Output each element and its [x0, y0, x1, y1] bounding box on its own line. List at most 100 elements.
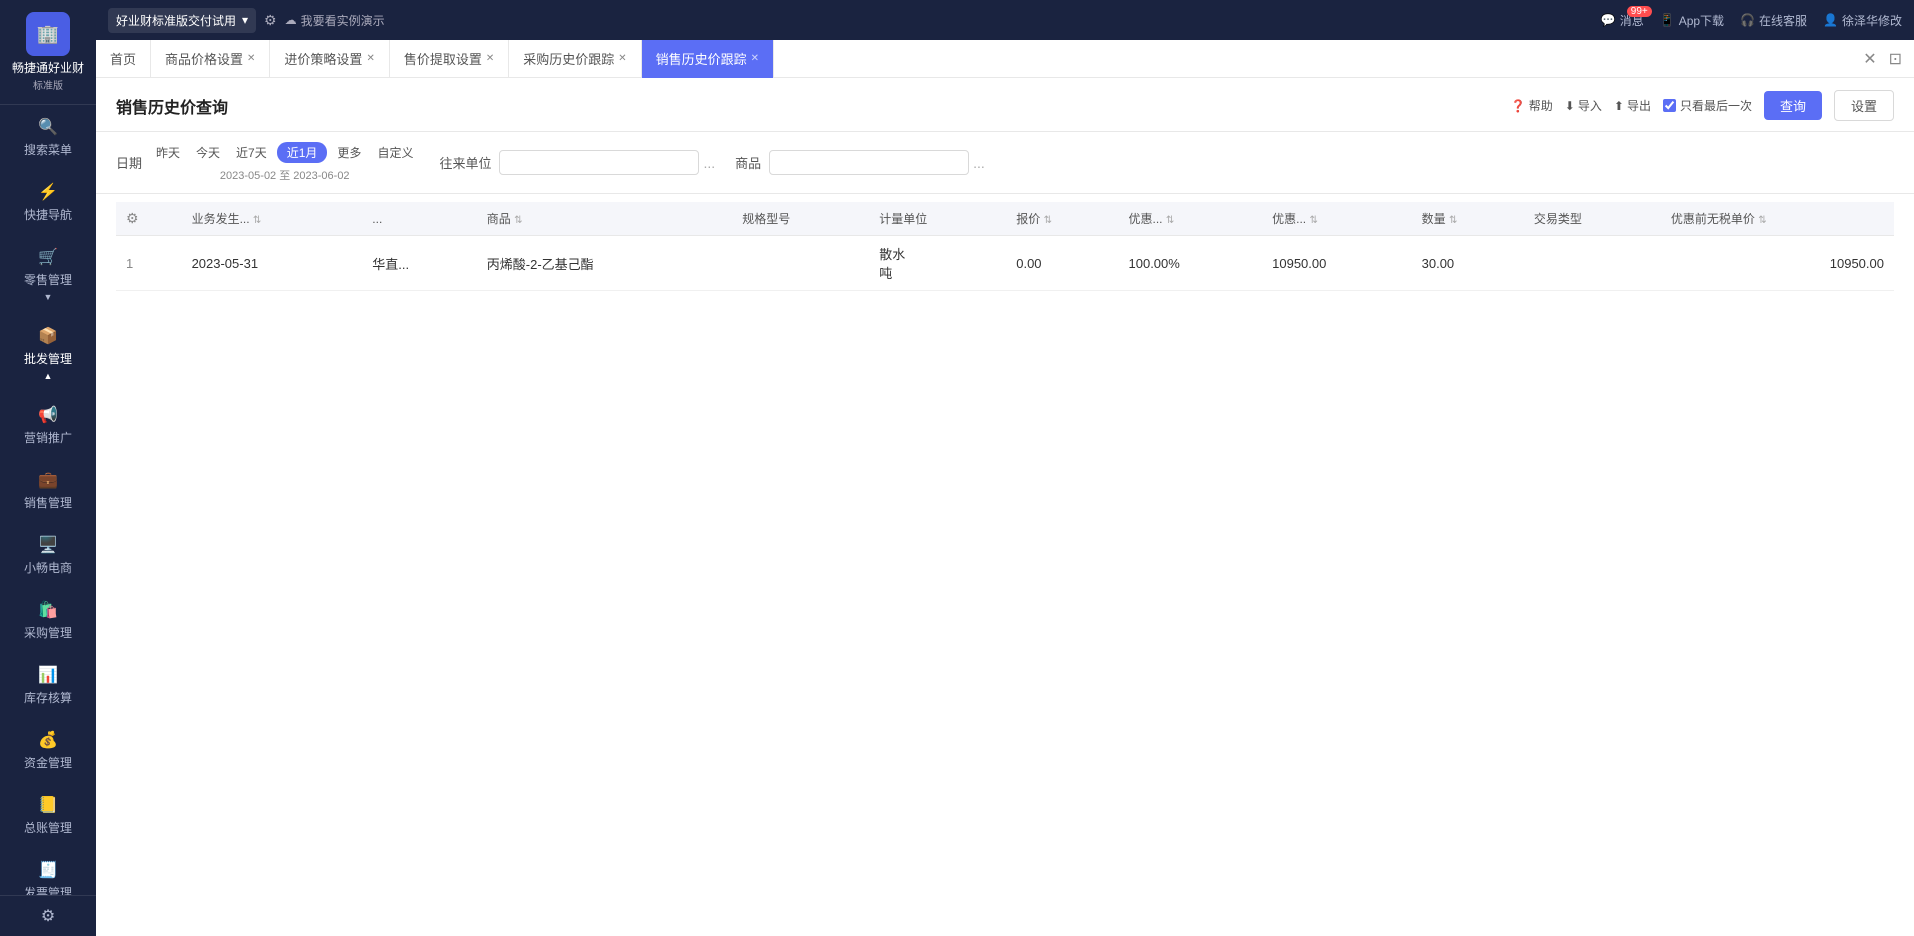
only-last-checkbox[interactable]	[1663, 99, 1676, 112]
close-icon[interactable]: ✕	[751, 53, 759, 64]
help-icon: ❓	[1511, 99, 1526, 113]
product-dots[interactable]: ...	[973, 155, 985, 171]
customer-service-button[interactable]: 🎧 在线客服	[1740, 12, 1807, 29]
sort-icon[interactable]: ⇅	[1044, 215, 1052, 226]
cell-date: 2023-05-31	[182, 236, 363, 291]
user-icon: 👤	[1823, 13, 1838, 27]
sort-icon[interactable]: ⇅	[1758, 215, 1766, 226]
demo-link[interactable]: ☁ 我要看实例演示	[285, 12, 385, 29]
sort-icon[interactable]: ⇅	[253, 215, 261, 226]
tab-price-extract[interactable]: 售价提取设置 ✕	[390, 40, 509, 78]
cell-discount1: 100.00%	[1119, 236, 1263, 291]
chevron-down-icon: ▾	[242, 13, 248, 27]
phone-icon: 📱	[1660, 13, 1675, 27]
tab-purchase-strategy[interactable]: 进价策略设置 ✕	[270, 40, 389, 78]
sidebar-item-purchase[interactable]: 🛍️ 采购管理	[0, 588, 96, 653]
col-pretax-price: 优惠前无税单价 ⇅	[1661, 202, 1894, 236]
col-extra-label: ...	[372, 212, 382, 226]
date-row: 昨天 今天 近7天 近1月 更多 自定义	[150, 142, 419, 163]
source-dots[interactable]: ...	[703, 155, 715, 171]
user-name: 徐泽华修改	[1842, 12, 1902, 29]
data-table: ⚙ 业务发生... ⇅ ... 商品 ⇅	[116, 202, 1894, 291]
topbar-settings-icon[interactable]: ⚙	[264, 12, 277, 29]
table-row[interactable]: 1 2023-05-31 华直... 丙烯酸-2-乙基己酯 散水 吨 0.00 …	[116, 236, 1894, 291]
sidebar-item-nav[interactable]: ⚡ 快捷导航	[0, 170, 96, 235]
logo-title: 畅捷通好业财	[12, 60, 84, 77]
product-label: 好业财标准版交付试用	[116, 12, 236, 29]
sidebar-item-search[interactable]: 🔍 搜索菜单	[0, 105, 96, 170]
date-btn-today[interactable]: 今天	[190, 142, 226, 163]
sidebar-item-retail[interactable]: 🛒 零售管理 ▼	[0, 235, 96, 314]
filter-product-item: 商品 ...	[735, 150, 985, 175]
export-button[interactable]: ⬆ 导出	[1614, 97, 1651, 114]
settings-icon[interactable]: ⚙	[41, 906, 55, 926]
maximize-button[interactable]: ⊡	[1885, 45, 1906, 73]
page-content: 销售历史价查询 ❓ 帮助 ⬇ 导入 ⬆ 导出 只看最后一次 查询	[96, 78, 1914, 936]
row-number: 1	[126, 256, 133, 271]
gear-icon[interactable]: ⚙	[126, 210, 139, 226]
date-range-display: 2023-05-02 至 2023-06-02	[220, 167, 350, 183]
cell-unit: 散水 吨	[869, 236, 1006, 291]
message-button[interactable]: 💬 消息 99+	[1601, 12, 1644, 29]
close-icon[interactable]: ✕	[366, 53, 374, 64]
sidebar-item-sales-label: 销售管理	[24, 494, 72, 511]
product-selector[interactable]: 好业财标准版交付试用 ▾	[108, 8, 256, 33]
cell-extra: 华直...	[362, 236, 476, 291]
sort-icon[interactable]: ⇅	[1166, 215, 1174, 226]
sidebar-item-ledger[interactable]: 📒 总账管理	[0, 783, 96, 848]
product-input[interactable]	[769, 150, 969, 175]
import-button[interactable]: ⬇ 导入	[1565, 97, 1602, 114]
app-download-button[interactable]: 📱 App下载	[1660, 12, 1724, 29]
col-date-label: 业务发生...	[192, 212, 250, 226]
date-btn-custom[interactable]: 自定义	[371, 142, 419, 163]
col-discount2-label: 优惠...	[1272, 212, 1306, 226]
sidebar-item-marketing[interactable]: 📢 营销推广	[0, 393, 96, 458]
close-icon[interactable]: ✕	[618, 53, 626, 64]
unit-val1: 散水	[879, 247, 905, 262]
help-button[interactable]: ❓ 帮助	[1511, 97, 1553, 114]
sort-icon[interactable]: ⇅	[1310, 215, 1318, 226]
query-button[interactable]: 查询	[1764, 91, 1822, 120]
tab-purchase-history-label: 采购历史价跟踪	[523, 49, 614, 68]
close-icon[interactable]: ✕	[247, 53, 255, 64]
date-btn-1month[interactable]: 近1月	[277, 142, 328, 163]
tab-sales-history[interactable]: 销售历史价跟踪 ✕	[642, 40, 774, 78]
date-btn-7days[interactable]: 近7天	[230, 142, 273, 163]
user-menu[interactable]: 👤 徐泽华修改	[1823, 12, 1902, 29]
sort-icon[interactable]: ⇅	[1449, 215, 1457, 226]
close-tab-button[interactable]: ✕	[1859, 45, 1880, 73]
sidebar-item-sales[interactable]: 💼 销售管理	[0, 458, 96, 523]
source-input[interactable]	[499, 150, 699, 175]
table-wrap: ⚙ 业务发生... ⇅ ... 商品 ⇅	[96, 194, 1914, 936]
sidebar-item-invoice[interactable]: 🧾 发票管理	[0, 848, 96, 895]
tab-product-price[interactable]: 商品价格设置 ✕	[151, 40, 270, 78]
sidebar-item-finance[interactable]: 💰 资金管理	[0, 718, 96, 783]
settings-button[interactable]: 设置	[1834, 90, 1894, 121]
source-filter-label: 往来单位	[439, 153, 491, 172]
tab-bar: 首页 商品价格设置 ✕ 进价策略设置 ✕ 售价提取设置 ✕ 采购历史价跟踪 ✕ …	[96, 40, 1914, 78]
sidebar-item-wholesale[interactable]: 📦 批发管理 ▲	[0, 314, 96, 393]
sidebar-item-marketing-label: 营销推广	[24, 429, 72, 446]
col-discount2: 优惠... ⇅	[1262, 202, 1411, 236]
sidebar-menu: 🔍 搜索菜单 ⚡ 快捷导航 🛒 零售管理 ▼ 📦 批发管理 ▲ 📢 营销推广 💼…	[0, 105, 96, 895]
tab-purchase-history[interactable]: 采购历史价跟踪 ✕	[509, 40, 641, 78]
sidebar-item-ecom[interactable]: 🖥️ 小畅电商	[0, 523, 96, 588]
sidebar-item-inventory[interactable]: 📊 库存核算	[0, 653, 96, 718]
sort-icon[interactable]: ⇅	[514, 215, 522, 226]
sidebar-item-retail-label: 零售管理	[24, 271, 72, 288]
tab-home-label: 首页	[110, 49, 136, 68]
col-qty-label: 数量	[1422, 212, 1446, 226]
chevron-down-icon: ▼	[44, 292, 53, 302]
app-logo: 🏢 畅捷通好业财 标准版	[0, 0, 96, 105]
col-trade-type: 交易类型	[1524, 202, 1661, 236]
close-icon[interactable]: ✕	[486, 53, 494, 64]
tab-home[interactable]: 首页	[96, 40, 151, 78]
topbar-right: 💬 消息 99+ 📱 App下载 🎧 在线客服 👤 徐泽华修改	[1601, 12, 1902, 29]
date-btn-yesterday[interactable]: 昨天	[150, 142, 186, 163]
main-area: 好业财标准版交付试用 ▾ ⚙ ☁ 我要看实例演示 💬 消息 99+ 📱 App下…	[96, 0, 1914, 936]
only-last-label: 只看最后一次	[1680, 97, 1752, 114]
col-gear[interactable]: ⚙	[116, 202, 182, 236]
cell-product: 丙烯酸-2-乙基己酯	[477, 236, 733, 291]
date-btn-more[interactable]: 更多	[331, 142, 367, 163]
sidebar-item-purchase-label: 采购管理	[24, 624, 72, 641]
